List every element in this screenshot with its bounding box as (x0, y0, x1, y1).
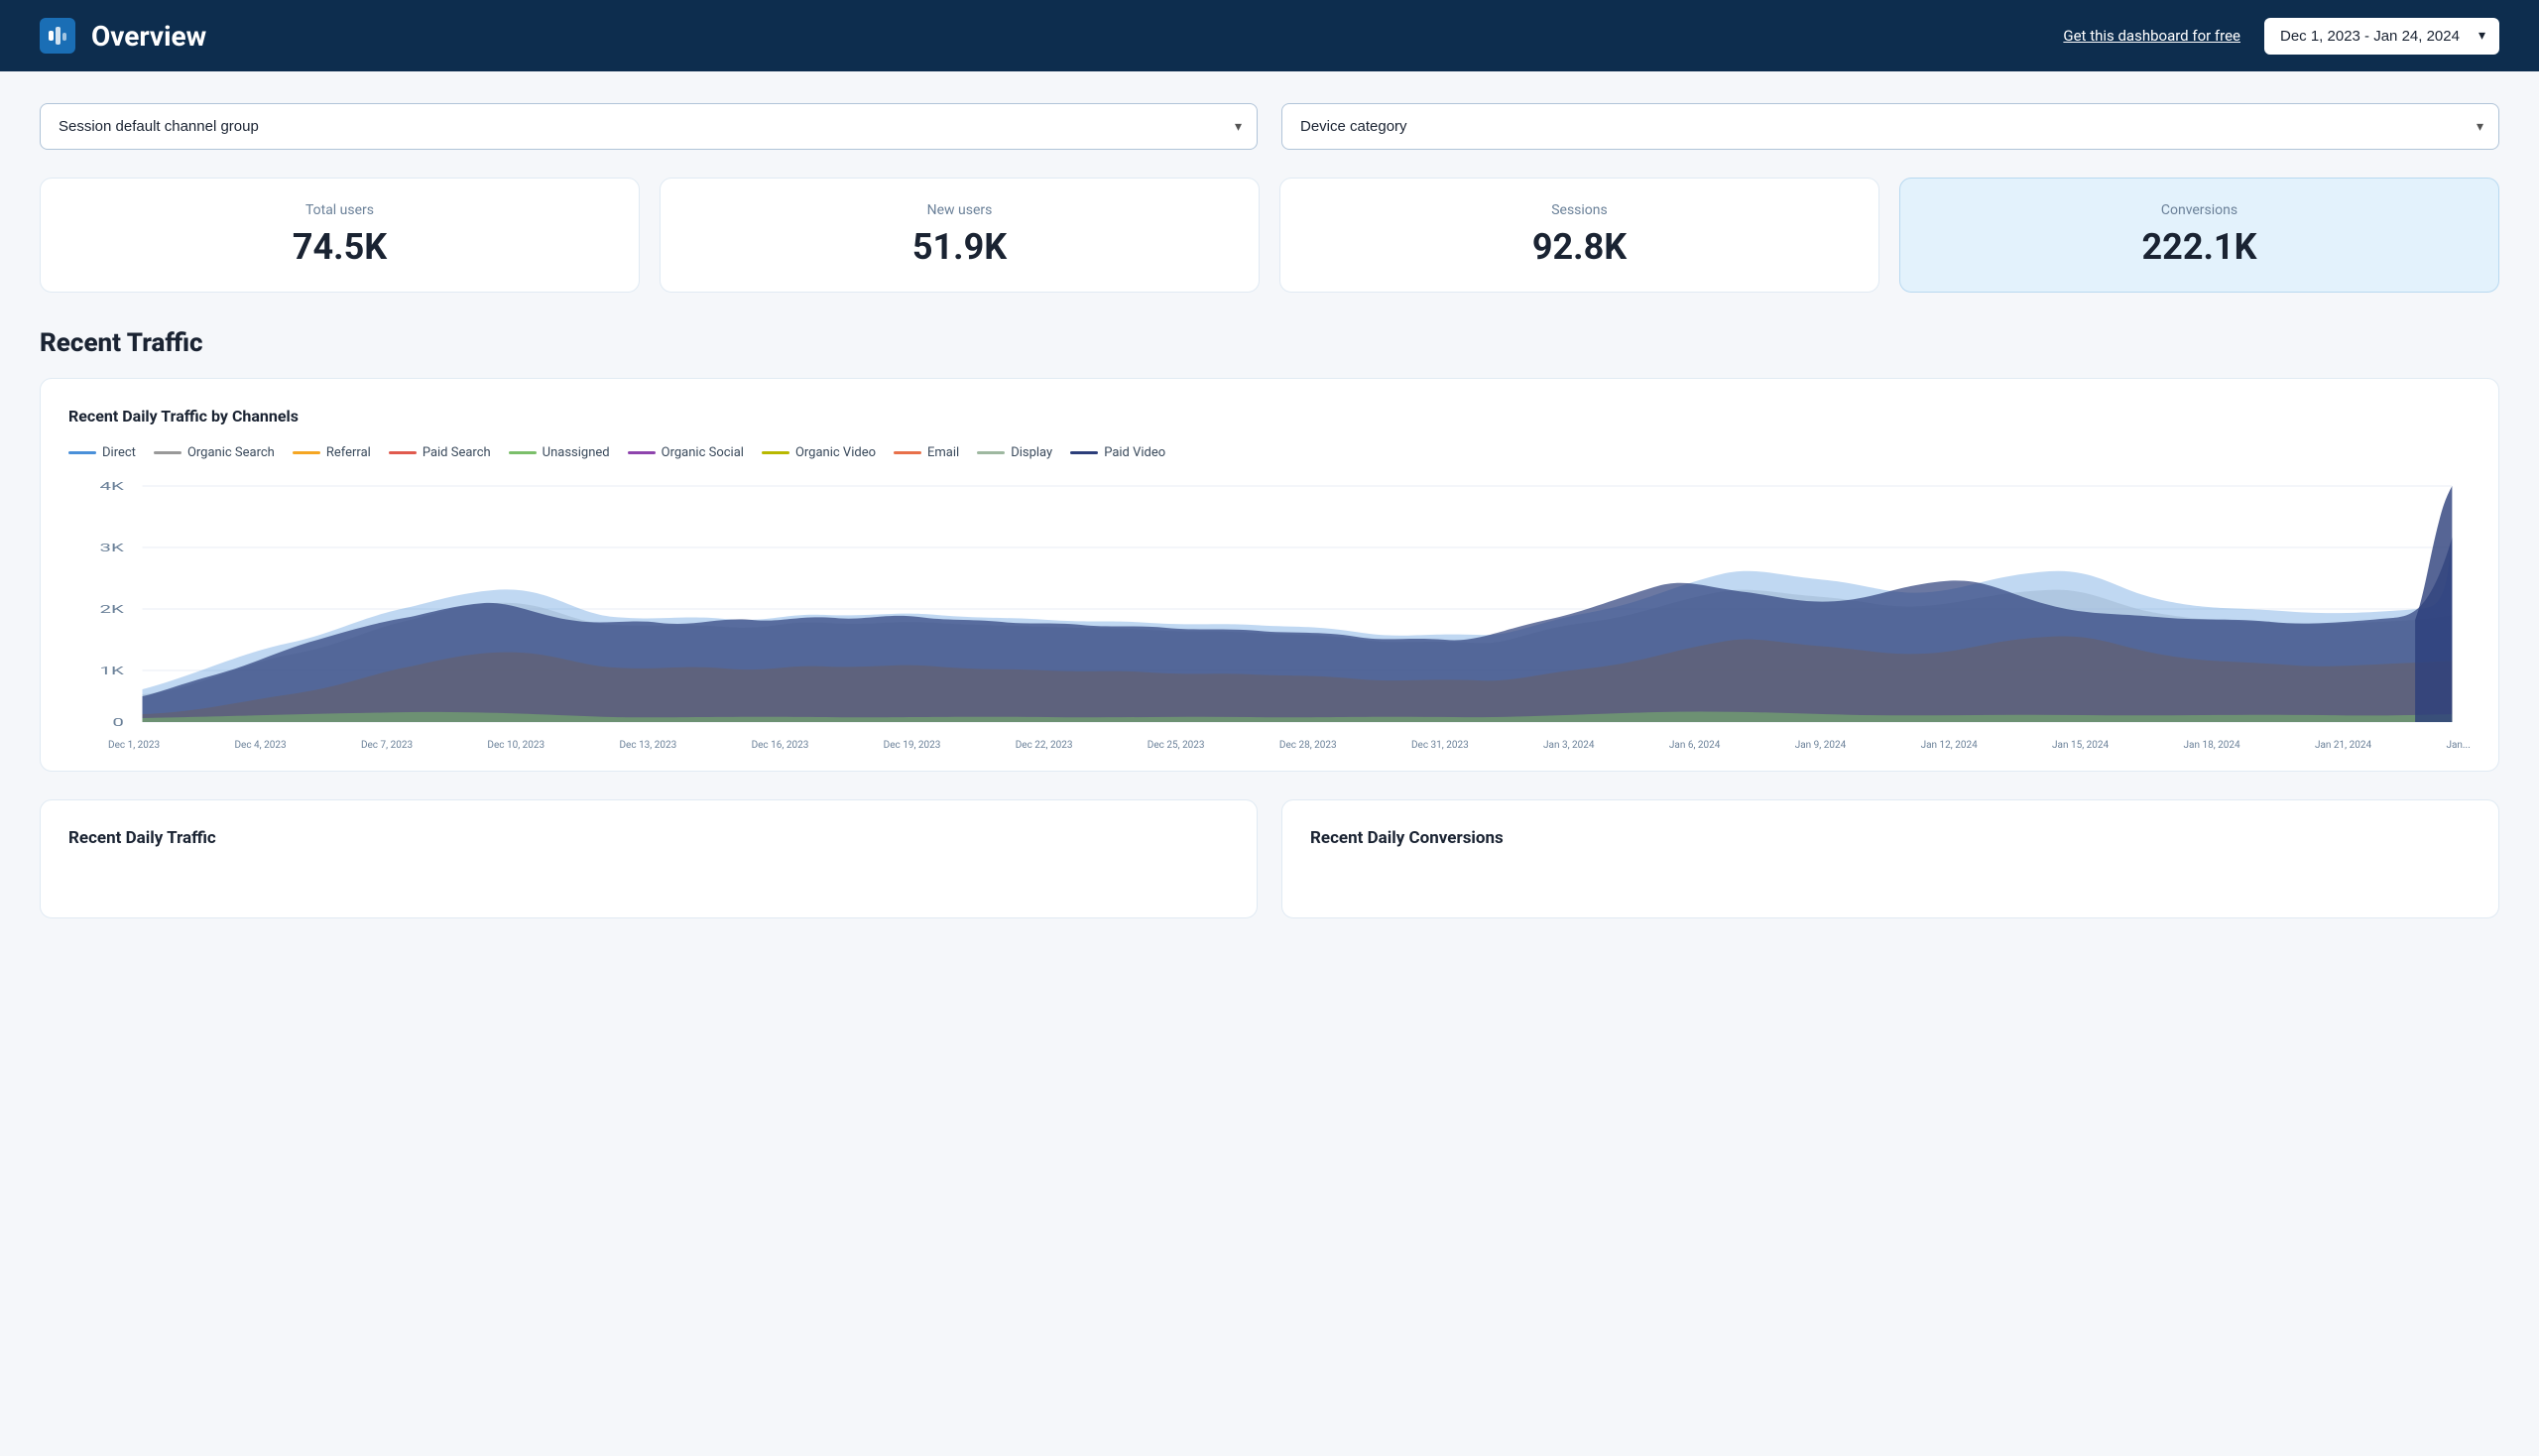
traffic-chart: 4K 3K 2K 1K 0 (68, 476, 2471, 734)
channel-group-select[interactable]: Session default channel group (40, 103, 1258, 150)
x-label-jan9: Jan 9, 2024 (1795, 740, 1847, 751)
stat-value: 92.8K (1308, 226, 1851, 268)
legend-color (154, 451, 181, 454)
legend-color (389, 451, 417, 454)
stat-value: 222.1K (1928, 226, 2471, 268)
x-label-dec1: Dec 1, 2023 (108, 740, 160, 751)
legend-color (1070, 451, 1098, 454)
x-label-dec4: Dec 4, 2023 (234, 740, 286, 751)
legend-color (894, 451, 921, 454)
stat-label: New users (688, 202, 1231, 218)
x-label-dec10: Dec 10, 2023 (487, 740, 544, 751)
x-label-dec31: Dec 31, 2023 (1411, 740, 1469, 751)
legend-label: Display (1011, 445, 1052, 460)
x-label-dec28: Dec 28, 2023 (1279, 740, 1337, 751)
legend-label: Email (927, 445, 959, 460)
legend-item: Organic Search (154, 445, 275, 460)
legend-item: Unassigned (509, 445, 610, 460)
svg-text:3K: 3K (100, 543, 125, 555)
bottom-row: Recent Daily Traffic Recent Daily Conver… (40, 799, 2499, 918)
x-label-dec25: Dec 25, 2023 (1148, 740, 1205, 751)
svg-text:0: 0 (112, 717, 124, 730)
stat-value: 51.9K (688, 226, 1231, 268)
app-title: Overview (91, 20, 206, 53)
legend-label: Paid Search (423, 445, 491, 460)
x-label-jan18: Jan 18, 2024 (2184, 740, 2240, 751)
legend-label: Organic Search (187, 445, 275, 460)
filter-row: Session default channel group Device cat… (40, 103, 2499, 150)
x-label-jan12: Jan 12, 2024 (1921, 740, 1978, 751)
legend-item: Paid Video (1070, 445, 1165, 460)
chart-card: Recent Daily Traffic by Channels Direct … (40, 378, 2499, 772)
legend-label: Organic Social (662, 445, 744, 460)
legend-color (977, 451, 1005, 454)
header: Overview Get this dashboard for free Dec… (0, 0, 2539, 71)
channel-group-filter-wrapper: Session default channel group (40, 103, 1258, 150)
recent-traffic-title: Recent Traffic (40, 328, 2499, 358)
recent-daily-conversions-title: Recent Daily Conversions (1310, 828, 2471, 848)
legend-item: Organic Video (762, 445, 876, 460)
x-label-jan3: Jan 3, 2024 (1543, 740, 1595, 751)
chart-title: Recent Daily Traffic by Channels (68, 407, 2471, 425)
date-range-wrapper: Dec 1, 2023 - Jan 24, 2024 (2264, 18, 2499, 55)
legend-color (293, 451, 320, 454)
stats-row: Total users 74.5KNew users 51.9KSessions… (40, 178, 2499, 293)
chart-area: 4K 3K 2K 1K 0 (68, 476, 2471, 751)
stat-card: New users 51.9K (660, 178, 1260, 293)
header-left: Overview (40, 18, 206, 54)
stat-label: Sessions (1308, 202, 1851, 218)
device-category-filter-wrapper: Device category (1281, 103, 2499, 150)
legend-item: Referral (293, 445, 371, 460)
legend-color (509, 451, 537, 454)
x-label-jan15: Jan 15, 2024 (2052, 740, 2109, 751)
x-label-dec19: Dec 19, 2023 (884, 740, 941, 751)
legend-color (762, 451, 789, 454)
recent-daily-conversions-card: Recent Daily Conversions (1281, 799, 2499, 918)
legend-label: Organic Video (795, 445, 876, 460)
x-label-dec7: Dec 7, 2023 (361, 740, 413, 751)
recent-daily-traffic-card: Recent Daily Traffic (40, 799, 1258, 918)
x-label-dec22: Dec 22, 2023 (1016, 740, 1073, 751)
stat-card: Sessions 92.8K (1279, 178, 1879, 293)
x-label-dec13: Dec 13, 2023 (619, 740, 676, 751)
legend-color (628, 451, 656, 454)
x-label-jan-end: Jan... (2446, 740, 2470, 751)
stat-card: Total users 74.5K (40, 178, 640, 293)
legend-label: Direct (102, 445, 136, 460)
stat-card: Conversions 222.1K (1899, 178, 2499, 293)
stat-label: Conversions (1928, 202, 2471, 218)
legend-label: Unassigned (543, 445, 610, 460)
main-content: Session default channel group Device cat… (0, 71, 2539, 950)
get-dashboard-link[interactable]: Get this dashboard for free (2063, 27, 2240, 45)
date-range-select[interactable]: Dec 1, 2023 - Jan 24, 2024 (2264, 18, 2499, 55)
svg-text:4K: 4K (100, 481, 125, 494)
legend-label: Paid Video (1104, 445, 1165, 460)
header-right: Get this dashboard for free Dec 1, 2023 … (2063, 18, 2499, 55)
legend-color (68, 451, 96, 454)
x-label-jan21: Jan 21, 2024 (2315, 740, 2371, 751)
legend-item: Organic Social (628, 445, 744, 460)
x-label-dec16: Dec 16, 2023 (752, 740, 809, 751)
stat-value: 74.5K (68, 226, 611, 268)
legend-item: Paid Search (389, 445, 491, 460)
recent-daily-traffic-title: Recent Daily Traffic (68, 828, 1229, 848)
stat-label: Total users (68, 202, 611, 218)
legend-label: Referral (326, 445, 371, 460)
logo-icon (40, 18, 75, 54)
x-label-jan6: Jan 6, 2024 (1669, 740, 1721, 751)
device-category-select[interactable]: Device category (1281, 103, 2499, 150)
legend-item: Display (977, 445, 1052, 460)
legend-item: Direct (68, 445, 136, 460)
chart-legend: Direct Organic Search Referral Paid Sear… (68, 445, 2471, 460)
legend-item: Email (894, 445, 959, 460)
svg-text:1K: 1K (100, 666, 125, 678)
svg-text:2K: 2K (100, 604, 125, 617)
